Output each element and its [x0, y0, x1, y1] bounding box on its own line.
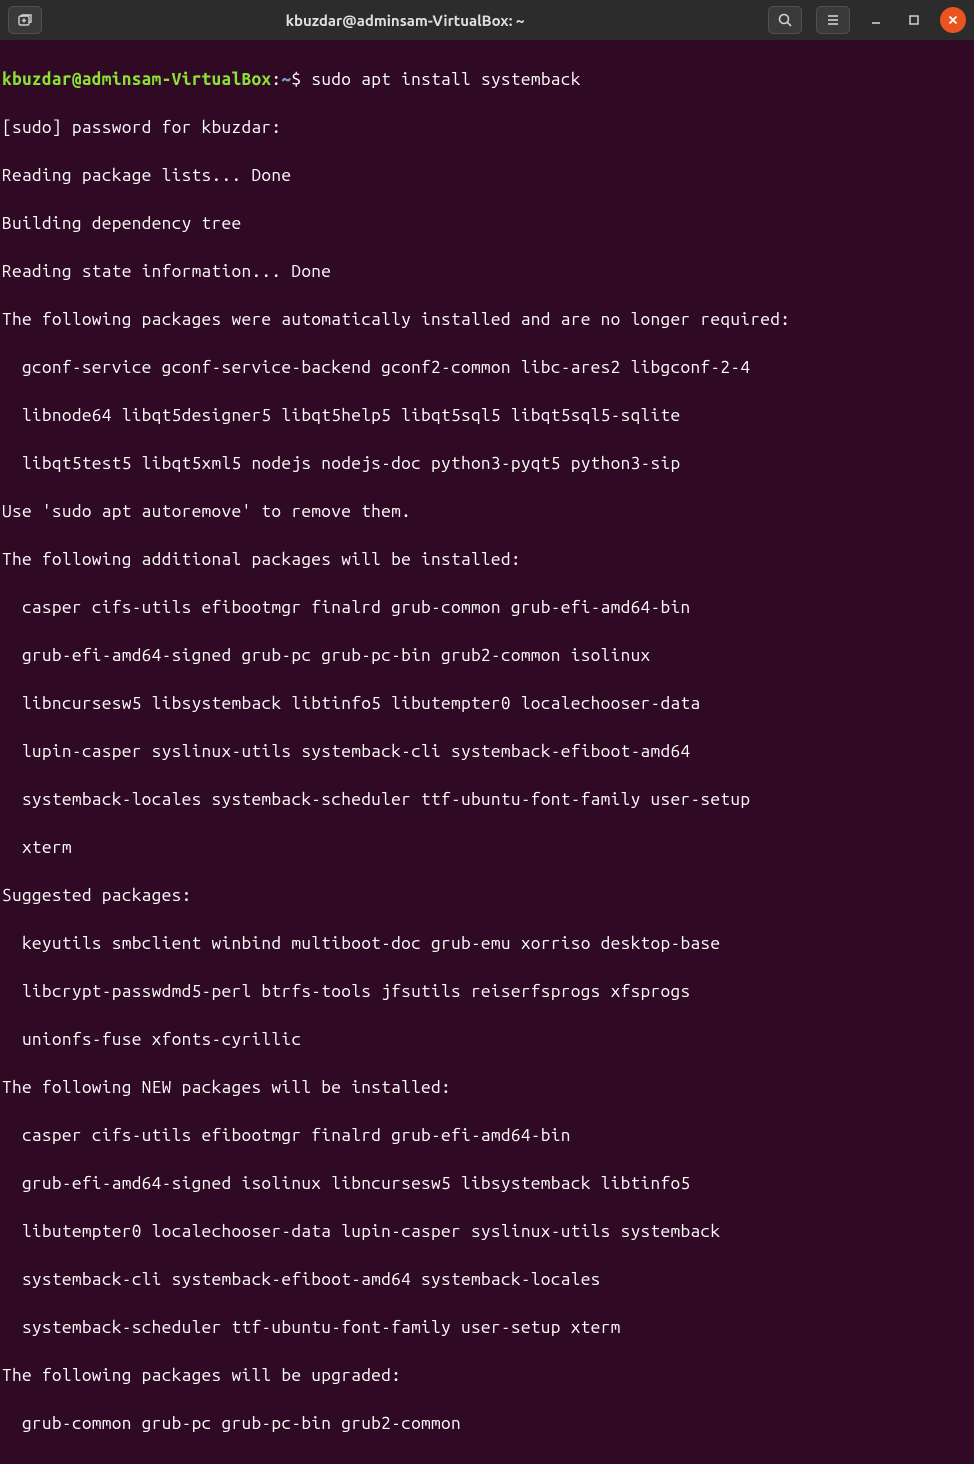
output-line: Reading package lists... Done: [2, 164, 972, 188]
titlebar-right: [768, 6, 966, 34]
search-icon: [777, 12, 793, 28]
window-title: kbuzdar@adminsam-VirtualBox: ~: [50, 12, 760, 29]
menu-button[interactable]: [816, 6, 850, 34]
output-line: Use 'sudo apt autoremove' to remove them…: [2, 500, 972, 524]
output-line: grub-efi-amd64-signed isolinux libncurse…: [2, 1172, 972, 1196]
output-line: Building dependency tree: [2, 212, 972, 236]
output-line: The following packages will be upgraded:: [2, 1364, 972, 1388]
output-line: grub-efi-amd64-signed grub-pc grub-pc-bi…: [2, 644, 972, 668]
titlebar-left: [8, 6, 42, 34]
prompt-line: kbuzdar@adminsam-VirtualBox:~$ sudo apt …: [2, 68, 972, 92]
output-line: systemback-cli systemback-efiboot-amd64 …: [2, 1268, 972, 1292]
output-line: casper cifs-utils efibootmgr finalrd gru…: [2, 1124, 972, 1148]
prompt-colon: :: [271, 70, 281, 89]
output-line: Reading state information... Done: [2, 260, 972, 284]
output-line: [sudo] password for kbuzdar:: [2, 116, 972, 140]
output-line: xterm: [2, 836, 972, 860]
terminal-output[interactable]: kbuzdar@adminsam-VirtualBox:~$ sudo apt …: [0, 40, 974, 1464]
search-button[interactable]: [768, 6, 802, 34]
output-line: The following packages were automaticall…: [2, 308, 972, 332]
new-tab-icon: [17, 12, 33, 28]
close-icon: [947, 14, 959, 26]
maximize-button[interactable]: [902, 8, 926, 32]
output-line: The following NEW packages will be insta…: [2, 1076, 972, 1100]
output-line: libutempter0 localechooser-data lupin-ca…: [2, 1220, 972, 1244]
output-line: unionfs-fuse xfonts-cyrillic: [2, 1028, 972, 1052]
output-line: Suggested packages:: [2, 884, 972, 908]
new-tab-button[interactable]: [8, 6, 42, 34]
minimize-button[interactable]: [864, 8, 888, 32]
output-line: libcrypt-passwdmd5-perl btrfs-tools jfsu…: [2, 980, 972, 1004]
command-text: sudo apt install systemback: [311, 70, 580, 89]
output-line: systemback-scheduler ttf-ubuntu-font-fam…: [2, 1316, 972, 1340]
output-line: libqt5test5 libqt5xml5 nodejs nodejs-doc…: [2, 452, 972, 476]
prompt-dollar: $: [291, 70, 311, 89]
output-line: libnode64 libqt5designer5 libqt5help5 li…: [2, 404, 972, 428]
output-line: The following additional packages will b…: [2, 548, 972, 572]
output-line: keyutils smbclient winbind multiboot-doc…: [2, 932, 972, 956]
maximize-icon: [907, 13, 921, 27]
minimize-icon: [869, 13, 883, 27]
close-button[interactable]: [940, 7, 966, 33]
output-line: systemback-locales systemback-scheduler …: [2, 788, 972, 812]
prompt-path: ~: [281, 70, 291, 89]
hamburger-icon: [825, 12, 841, 28]
output-line: lupin-casper syslinux-utils systemback-c…: [2, 740, 972, 764]
output-line: gconf-service gconf-service-backend gcon…: [2, 356, 972, 380]
output-line: casper cifs-utils efibootmgr finalrd gru…: [2, 596, 972, 620]
titlebar: kbuzdar@adminsam-VirtualBox: ~: [0, 0, 974, 40]
output-line: grub-common grub-pc grub-pc-bin grub2-co…: [2, 1412, 972, 1436]
prompt-userhost: kbuzdar@adminsam-VirtualBox: [2, 70, 271, 89]
output-line: libncursesw5 libsystemback libtinfo5 lib…: [2, 692, 972, 716]
